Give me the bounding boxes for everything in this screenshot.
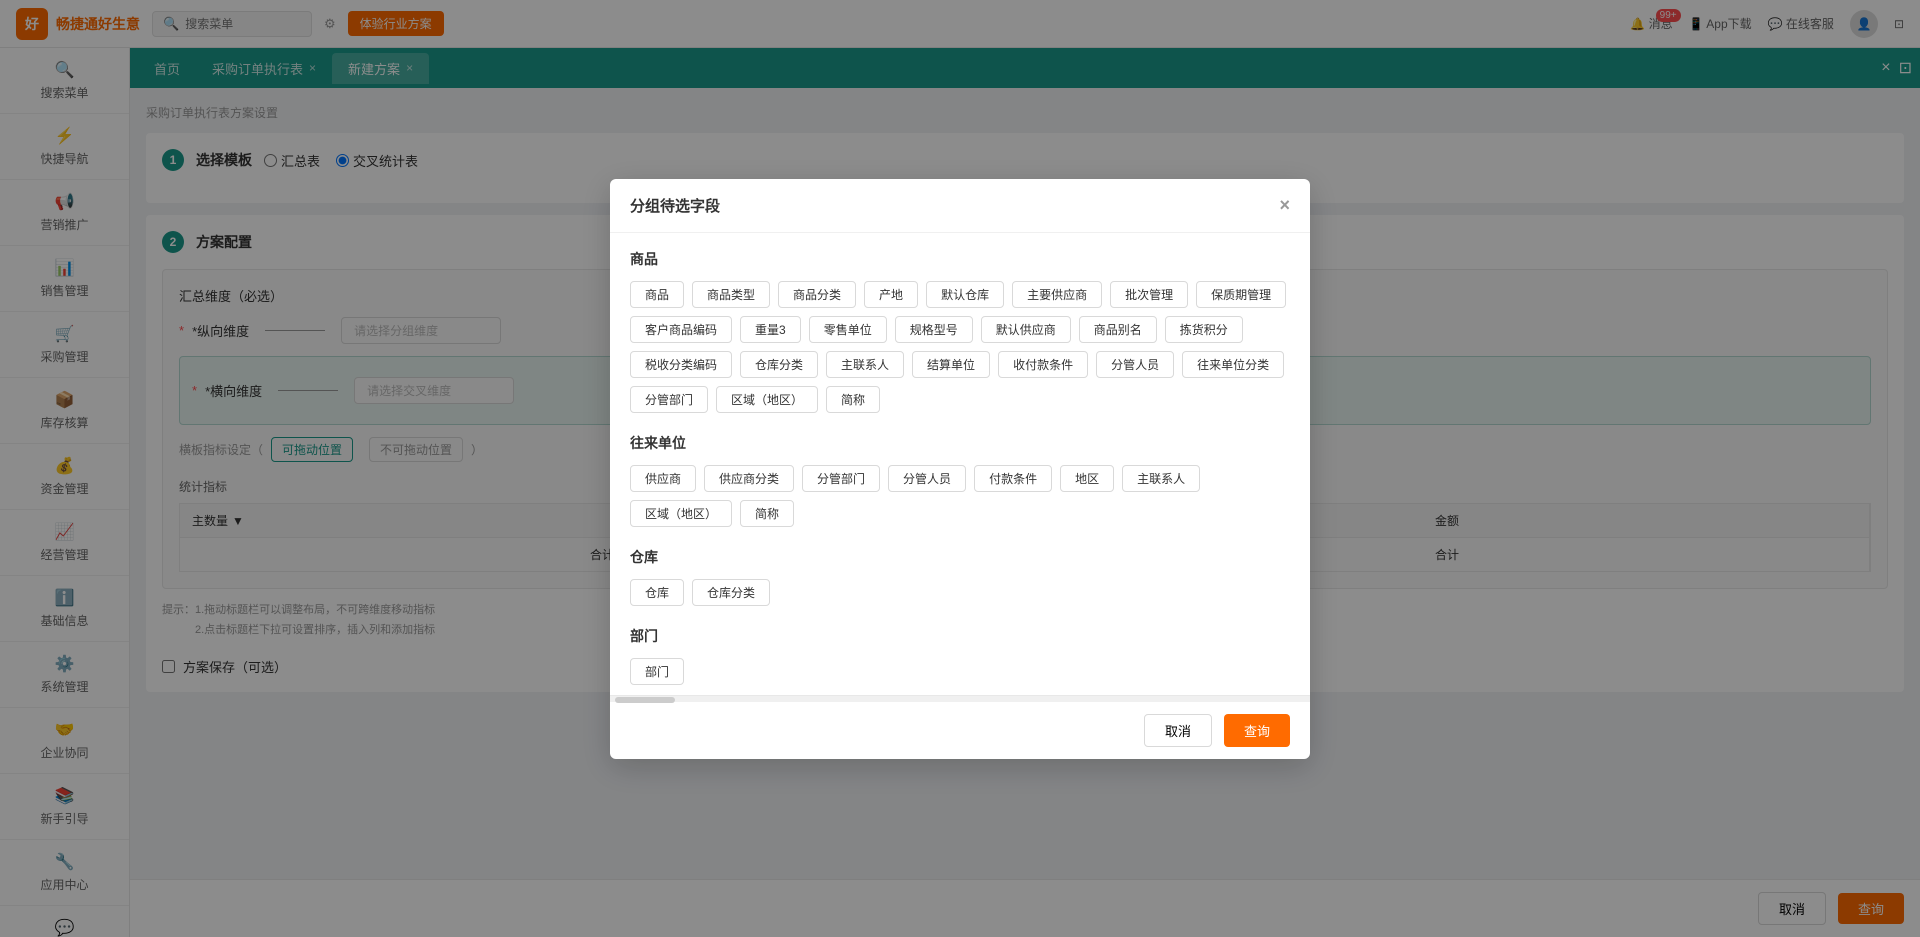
field-tag-partner-category[interactable]: 往来单位分类 <box>1182 351 1284 378</box>
field-tag-partner-manager[interactable]: 分管人员 <box>888 465 966 492</box>
field-tag-settlement-unit[interactable]: 结算单位 <box>912 351 990 378</box>
field-tag-spec-model[interactable]: 规格型号 <box>895 316 973 343</box>
section-warehouse-tags: 仓库 仓库分类 <box>630 579 1290 606</box>
field-tag-partner-contact[interactable]: 主联系人 <box>1122 465 1200 492</box>
section-goods: 商品 商品 商品类型 商品分类 产地 默认仓库 主要供应商 批次管理 保质期管理… <box>630 249 1290 413</box>
field-tag-customer-code[interactable]: 客户商品编码 <box>630 316 732 343</box>
field-tag-payment-terms[interactable]: 收付款条件 <box>998 351 1088 378</box>
field-tag-supplier-category[interactable]: 供应商分类 <box>704 465 794 492</box>
field-tag-origin[interactable]: 产地 <box>864 281 918 308</box>
modal-cancel-button[interactable]: 取消 <box>1144 714 1212 747</box>
field-tag-region[interactable]: 区域（地区） <box>716 386 818 413</box>
field-selection-modal: 分组待选字段 × 商品 商品 商品类型 商品分类 产地 默认仓库 主要供应商 批… <box>610 179 1310 759</box>
section-goods-tags: 商品 商品类型 商品分类 产地 默认仓库 主要供应商 批次管理 保质期管理 客户… <box>630 281 1290 413</box>
field-tag-warehouse[interactable]: 仓库 <box>630 579 684 606</box>
field-tag-warehouse-category[interactable]: 仓库分类 <box>740 351 818 378</box>
field-tag-batch-mgmt[interactable]: 批次管理 <box>1110 281 1188 308</box>
section-goods-title: 商品 <box>630 249 1290 269</box>
field-tag-weight[interactable]: 重量3 <box>740 316 801 343</box>
field-tag-tax-code[interactable]: 税收分类编码 <box>630 351 732 378</box>
field-tag-main-contact[interactable]: 主联系人 <box>826 351 904 378</box>
section-partners-tags: 供应商 供应商分类 分管部门 分管人员 付款条件 地区 主联系人 区域（地区） … <box>630 465 1290 527</box>
section-warehouse: 仓库 仓库 仓库分类 <box>630 547 1290 606</box>
field-tag-dept[interactable]: 分管部门 <box>630 386 708 413</box>
section-partners-title: 往来单位 <box>630 433 1290 453</box>
field-tag-partner-short[interactable]: 简称 <box>740 500 794 527</box>
section-department-tags: 部门 <box>630 658 1290 685</box>
field-tag-pick-points[interactable]: 拣货积分 <box>1165 316 1243 343</box>
modal-header: 分组待选字段 × <box>610 179 1310 233</box>
field-tag-department[interactable]: 部门 <box>630 658 684 685</box>
field-tag-main-supplier[interactable]: 主要供应商 <box>1012 281 1102 308</box>
field-tag-goods-type[interactable]: 商品类型 <box>692 281 770 308</box>
section-department: 部门 部门 <box>630 626 1290 685</box>
field-tag-partner-dept[interactable]: 分管部门 <box>802 465 880 492</box>
field-tag-default-supplier[interactable]: 默认供应商 <box>981 316 1071 343</box>
section-partners: 往来单位 供应商 供应商分类 分管部门 分管人员 付款条件 地区 主联系人 区域… <box>630 433 1290 527</box>
section-warehouse-title: 仓库 <box>630 547 1290 567</box>
field-tag-partner-region[interactable]: 地区 <box>1060 465 1114 492</box>
field-tag-default-warehouse[interactable]: 默认仓库 <box>926 281 1004 308</box>
modal-body[interactable]: 商品 商品 商品类型 商品分类 产地 默认仓库 主要供应商 批次管理 保质期管理… <box>610 233 1310 695</box>
field-tag-partner-payment[interactable]: 付款条件 <box>974 465 1052 492</box>
modal-footer: 取消 查询 <box>610 701 1310 759</box>
field-tag-manager[interactable]: 分管人员 <box>1096 351 1174 378</box>
modal-horizontal-scrollbar[interactable] <box>610 695 1310 701</box>
modal-overlay: 分组待选字段 × 商品 商品 商品类型 商品分类 产地 默认仓库 主要供应商 批… <box>0 0 1920 937</box>
field-tag-retail-unit[interactable]: 零售单位 <box>809 316 887 343</box>
field-tag-goods-category[interactable]: 商品分类 <box>778 281 856 308</box>
field-tag-partner-area[interactable]: 区域（地区） <box>630 500 732 527</box>
field-tag-goods-alias[interactable]: 商品别名 <box>1079 316 1157 343</box>
field-tag-supplier[interactable]: 供应商 <box>630 465 696 492</box>
modal-title: 分组待选字段 <box>630 195 720 216</box>
field-tag-short-name[interactable]: 简称 <box>826 386 880 413</box>
scrollbar-thumb <box>615 697 675 703</box>
section-department-title: 部门 <box>630 626 1290 646</box>
modal-close-button[interactable]: × <box>1279 195 1290 216</box>
field-tag-expiry-mgmt[interactable]: 保质期管理 <box>1196 281 1286 308</box>
field-tag-warehouse-type[interactable]: 仓库分类 <box>692 579 770 606</box>
modal-confirm-button[interactable]: 查询 <box>1224 714 1290 747</box>
field-tag-goods[interactable]: 商品 <box>630 281 684 308</box>
